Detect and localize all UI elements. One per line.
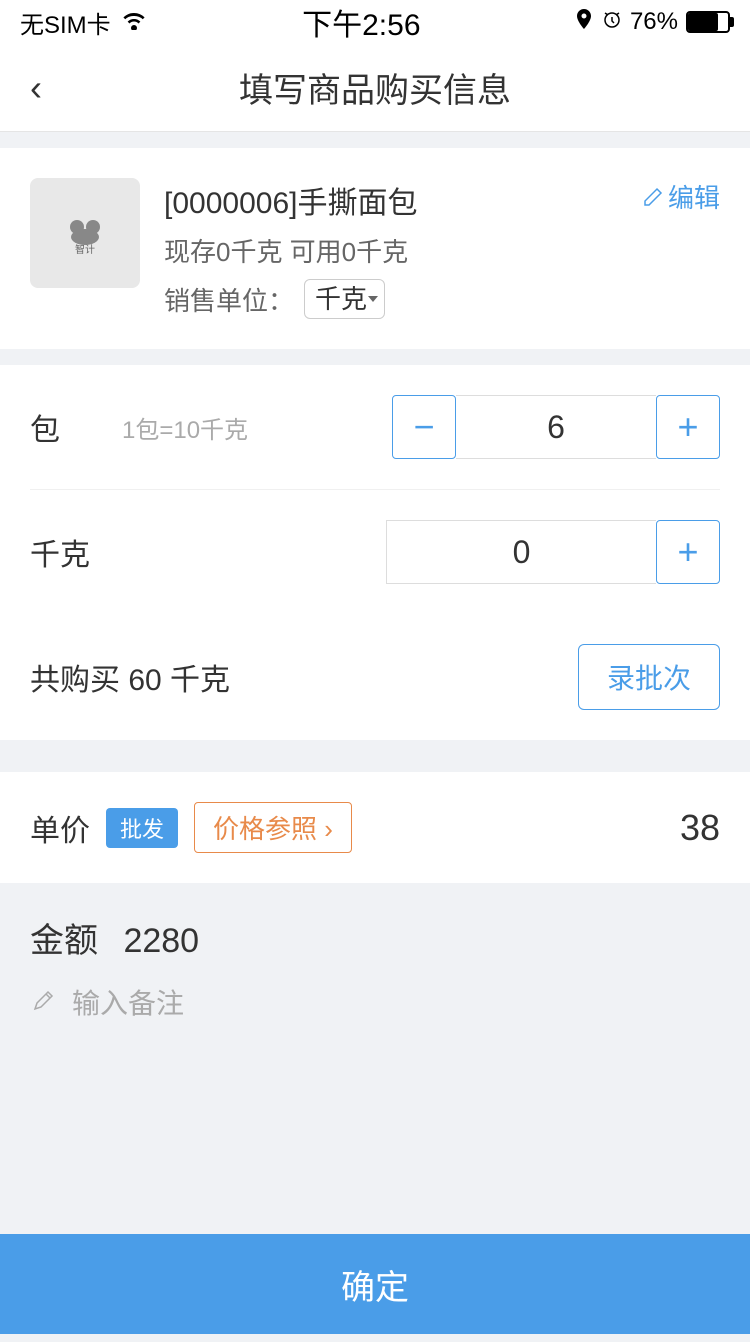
- status-bar: 无SIM卡 下午2:56 76%: [0, 0, 750, 44]
- price-label: 单价: [30, 806, 90, 850]
- confirm-button[interactable]: 确定: [0, 1234, 750, 1334]
- price-section: 单价 批发 价格参照 › 38: [0, 772, 750, 883]
- product-stock: 现存0千克 可用0千克: [164, 232, 720, 269]
- kg-controls: +: [386, 520, 720, 584]
- price-ref-button[interactable]: 价格参照 ›: [194, 802, 352, 853]
- bag-controls: − +: [392, 395, 720, 459]
- kg-input-row: 千克 +: [30, 490, 720, 614]
- bag-label: 包: [30, 405, 110, 449]
- total-row: 共购买 60 千克 录批次: [0, 614, 750, 740]
- total-label: 共购买 60 千克: [30, 655, 230, 699]
- wifi-icon: [119, 8, 149, 37]
- price-tag: 批发: [106, 808, 178, 848]
- product-top-row: [0000006]手撕面包 编辑: [164, 178, 720, 232]
- nav-bar: ‹ 填写商品购买信息: [0, 44, 750, 132]
- section-separator-2: [0, 740, 750, 756]
- product-info: [0000006]手撕面包 编辑 现存0千克 可用0千克 销售单位： 千克: [164, 178, 720, 319]
- product-card: 智计 [0000006]手撕面包 编辑 现存0千克 可用0千克 销售单位： 千克: [0, 148, 750, 349]
- kg-label: 千克: [30, 530, 110, 574]
- amount-row: 金额 2280: [30, 913, 720, 962]
- bag-quantity-input[interactable]: [456, 395, 656, 459]
- bag-decrement-button[interactable]: −: [392, 395, 456, 459]
- bag-input-row: 包 1包=10千克 − +: [30, 365, 720, 490]
- input-section: 包 1包=10千克 − + 千克 +: [0, 365, 750, 614]
- note-row[interactable]: 输入备注: [30, 982, 720, 1022]
- back-button[interactable]: ‹: [30, 67, 42, 109]
- product-thumbnail: 智计: [30, 178, 140, 288]
- alarm-icon: [602, 8, 622, 36]
- section-separator-1: [0, 349, 750, 365]
- unit-select[interactable]: 千克: [304, 279, 385, 319]
- note-icon: [30, 987, 60, 1017]
- bag-increment-button[interactable]: +: [656, 395, 720, 459]
- svg-text:智计: 智计: [75, 243, 95, 256]
- price-value: 38: [680, 807, 720, 849]
- note-placeholder[interactable]: 输入备注: [72, 982, 184, 1022]
- page-title: 填写商品购买信息: [239, 63, 511, 112]
- amount-value: 2280: [123, 922, 199, 960]
- amount-section: 金额 2280 输入备注: [0, 883, 750, 1042]
- status-time: 下午2:56: [302, 0, 420, 44]
- battery-icon: [686, 11, 730, 33]
- status-left: 无SIM卡: [20, 5, 149, 40]
- price-left: 单价 批发 价格参照 ›: [30, 802, 352, 853]
- edit-button[interactable]: 编辑: [642, 178, 720, 215]
- product-unit: 销售单位： 千克: [164, 279, 720, 319]
- amount-label: 金额: [30, 922, 98, 960]
- battery-percent: 76%: [630, 8, 678, 36]
- product-name: [0000006]手撕面包: [164, 178, 417, 222]
- status-right: 76%: [574, 8, 730, 36]
- location-icon: [574, 8, 594, 36]
- kg-quantity-input[interactable]: [386, 520, 656, 584]
- carrier-label: 无SIM卡: [20, 5, 111, 40]
- bag-hint: 1包=10千克: [122, 410, 392, 445]
- kg-increment-button[interactable]: +: [656, 520, 720, 584]
- batch-button[interactable]: 录批次: [578, 644, 720, 710]
